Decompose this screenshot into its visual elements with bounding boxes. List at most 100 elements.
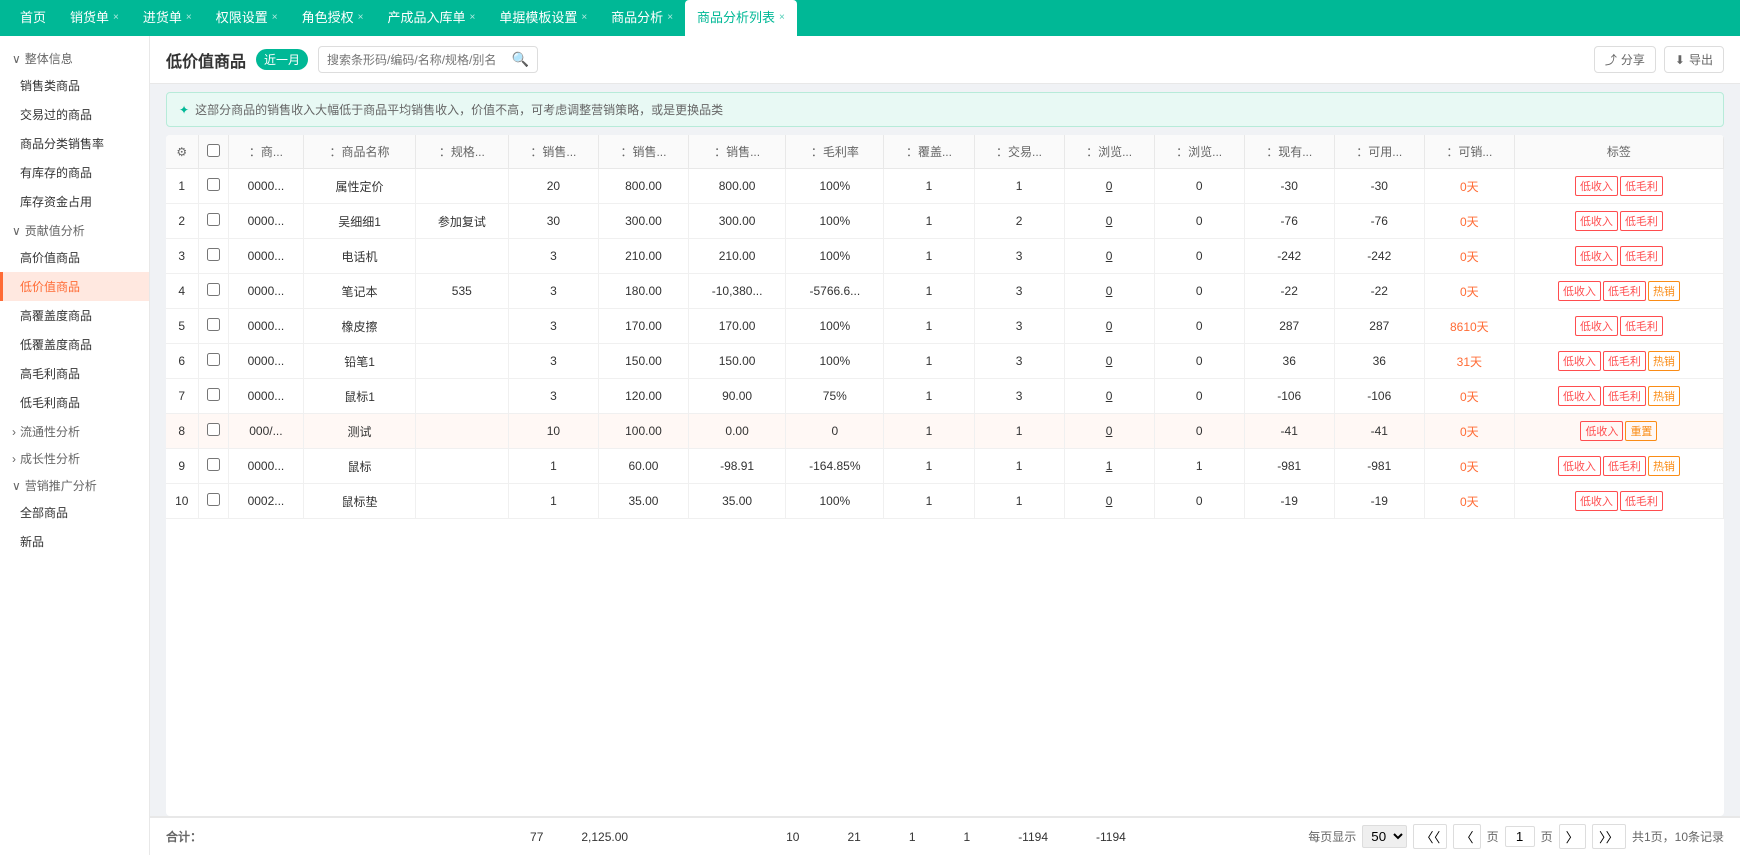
view-link[interactable]: 0: [1106, 319, 1113, 333]
nav-product-warehouse[interactable]: 产成品入库单 ×: [375, 0, 487, 36]
row-saleable: 8610天: [1424, 309, 1514, 344]
close-icon[interactable]: ×: [779, 0, 785, 36]
nav-role-auth[interactable]: 角色授权 ×: [290, 0, 376, 36]
view-link[interactable]: 0: [1106, 284, 1113, 298]
row-checkbox-cell[interactable]: [198, 484, 228, 519]
row-checkbox[interactable]: [207, 283, 220, 296]
row-checkbox[interactable]: [207, 353, 220, 366]
sidebar-item-traded-products[interactable]: 交易过的商品: [0, 100, 149, 129]
sidebar-item-low-margin[interactable]: 低毛利商品: [0, 388, 149, 417]
sidebar-group-overall[interactable]: ∨ 整体信息: [0, 44, 149, 71]
view-link[interactable]: 0: [1106, 214, 1113, 228]
first-page-btn[interactable]: 〈〈: [1413, 824, 1447, 849]
row-checkbox[interactable]: [207, 493, 220, 506]
row-checkbox[interactable]: [207, 318, 220, 331]
view-link[interactable]: 0: [1106, 389, 1113, 403]
row-checkbox-cell[interactable]: [198, 379, 228, 414]
prev-page-btn[interactable]: 〈: [1453, 824, 1480, 849]
export-button[interactable]: ⬇ 导出: [1664, 46, 1724, 73]
page-input[interactable]: [1505, 826, 1535, 847]
sidebar-group-growth[interactable]: › 成长性分析: [0, 444, 149, 471]
row-checkbox-cell[interactable]: [198, 274, 228, 309]
view-link[interactable]: 0: [1106, 354, 1113, 368]
sidebar-item-low-value[interactable]: 低价值商品: [0, 272, 149, 301]
row-checkbox-cell[interactable]: [198, 449, 228, 484]
stock-col-header[interactable]: ：现有...: [1244, 135, 1334, 169]
row-checkbox-cell[interactable]: [198, 239, 228, 274]
row-checkbox[interactable]: [207, 388, 220, 401]
spec-col-header[interactable]: ：规格...: [415, 135, 508, 169]
nav-sales-order[interactable]: 销货单 ×: [58, 0, 131, 36]
sidebar-item-low-coverage[interactable]: 低覆盖度商品: [0, 330, 149, 359]
close-icon[interactable]: ×: [113, 0, 119, 36]
sidebar-group-circulation[interactable]: › 流通性分析: [0, 417, 149, 444]
amount-col-header[interactable]: ：销售...: [598, 135, 688, 169]
view-link[interactable]: 0: [1106, 249, 1113, 263]
view-link[interactable]: 1: [1106, 459, 1113, 473]
nav-product-analysis-list[interactable]: 商品分析列表 ×: [685, 0, 797, 36]
product-tag: 低收入: [1558, 456, 1601, 476]
close-icon[interactable]: ×: [186, 0, 192, 36]
date-badge[interactable]: 近一月: [256, 49, 308, 70]
share-button[interactable]: ⤴ 分享: [1594, 46, 1656, 73]
close-icon[interactable]: ×: [469, 0, 475, 36]
row-checkbox-cell[interactable]: [198, 414, 228, 449]
sidebar-item-category-rate[interactable]: 商品分类销售率: [0, 129, 149, 158]
row-checkbox-cell[interactable]: [198, 309, 228, 344]
view-link[interactable]: 0: [1106, 424, 1113, 438]
available-col-header[interactable]: ：可用...: [1334, 135, 1424, 169]
nav-product-analysis[interactable]: 商品分析 ×: [599, 0, 685, 36]
sidebar-item-sales-products[interactable]: 销售类商品: [0, 71, 149, 100]
sidebar-item-new-products[interactable]: 新品: [0, 527, 149, 556]
row-avg: 300.00: [689, 204, 786, 239]
sidebar-item-high-margin[interactable]: 高毛利商品: [0, 359, 149, 388]
sidebar-item-stock-products[interactable]: 有库存的商品: [0, 158, 149, 187]
settings-col-header[interactable]: ⚙: [166, 135, 198, 169]
row-checkbox-cell[interactable]: [198, 344, 228, 379]
row-checkbox-cell[interactable]: [198, 169, 228, 204]
row-checkbox[interactable]: [207, 178, 220, 191]
nav-home[interactable]: 首页: [8, 0, 58, 36]
last-page-btn[interactable]: 〉〉: [1592, 824, 1626, 849]
row-qty: 1: [508, 449, 598, 484]
per-page-select[interactable]: 50: [1362, 825, 1407, 848]
search-icon[interactable]: 🔍: [512, 51, 529, 68]
close-icon[interactable]: ×: [581, 0, 587, 36]
margin-col-header[interactable]: ：毛利率: [786, 135, 884, 169]
settings-icon[interactable]: ⚙: [176, 145, 187, 159]
coverage-col-header[interactable]: ：覆盖...: [884, 135, 974, 169]
view-link[interactable]: 0: [1106, 494, 1113, 508]
trade-col-header[interactable]: ：交易...: [974, 135, 1064, 169]
row-checkbox[interactable]: [207, 423, 220, 436]
row-checkbox[interactable]: [207, 248, 220, 261]
select-all-checkbox[interactable]: [207, 144, 220, 157]
row-checkbox[interactable]: [207, 213, 220, 226]
row-checkbox-cell[interactable]: [198, 204, 228, 239]
sidebar-group-marketing[interactable]: ∨ 营销推广分析: [0, 471, 149, 498]
sidebar-item-all-products[interactable]: 全部商品: [0, 498, 149, 527]
row-checkbox[interactable]: [207, 458, 220, 471]
sidebar-group-contribution[interactable]: ∨ 贡献值分析: [0, 216, 149, 243]
qty-col-header[interactable]: ：销售...: [508, 135, 598, 169]
row-margin: 100%: [786, 484, 884, 519]
sidebar-item-stock-funds[interactable]: 库存资金占用: [0, 187, 149, 216]
saleable-col-header[interactable]: ：可销...: [1424, 135, 1514, 169]
tags-col-header[interactable]: 标签: [1514, 135, 1723, 169]
name-col-header[interactable]: ：商品名称: [304, 135, 415, 169]
view1-col-header[interactable]: ：浏览...: [1064, 135, 1154, 169]
search-input[interactable]: [327, 53, 508, 67]
close-icon[interactable]: ×: [272, 0, 278, 36]
next-page-btn[interactable]: 〉: [1559, 824, 1586, 849]
close-icon[interactable]: ×: [358, 0, 364, 36]
close-icon[interactable]: ×: [667, 0, 673, 36]
sidebar-item-high-value[interactable]: 高价值商品: [0, 243, 149, 272]
nav-template-settings[interactable]: 单据模板设置 ×: [487, 0, 599, 36]
view-link[interactable]: 0: [1106, 179, 1113, 193]
code-col-header[interactable]: ：商...: [228, 135, 304, 169]
avg-col-header[interactable]: ：销售...: [689, 135, 786, 169]
nav-purchase-order[interactable]: 进货单 ×: [131, 0, 204, 36]
sidebar-item-high-coverage[interactable]: 高覆盖度商品: [0, 301, 149, 330]
nav-permissions[interactable]: 权限设置 ×: [204, 0, 290, 36]
checkbox-col-header[interactable]: [198, 135, 228, 169]
view2-col-header[interactable]: ：浏览...: [1154, 135, 1244, 169]
